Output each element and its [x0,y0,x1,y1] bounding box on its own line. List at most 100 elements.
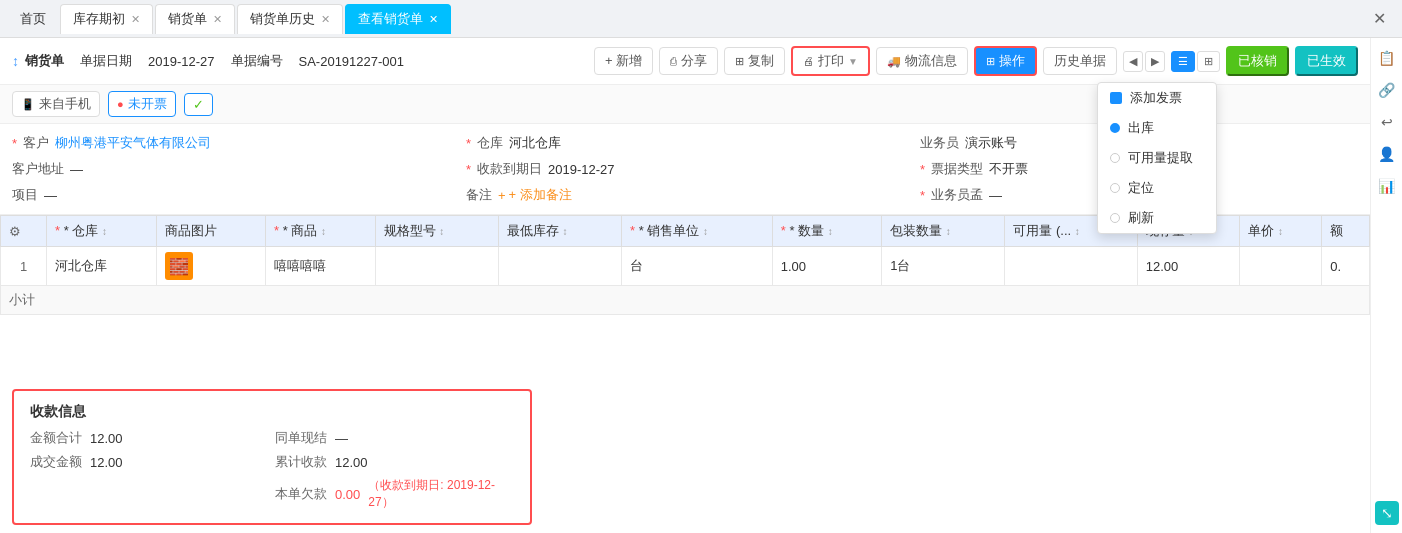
add-note-button[interactable]: + + 添加备注 [498,186,572,204]
same-order-label: 同单现结 [275,429,327,447]
row-spec [375,247,498,286]
next-button[interactable]: ▶ [1145,51,1165,72]
project-field: 项目 — [12,186,450,204]
row-no: 1 [1,247,47,286]
sidebar-icon-chart[interactable]: 📊 [1375,174,1399,198]
print-button[interactable]: 🖨 打印 ▼ [791,46,870,76]
sidebar-icon-user[interactable]: 👤 [1375,142,1399,166]
dropdown-refresh[interactable]: 刷新 [1098,203,1216,233]
doc-type-label: 销货单 [25,52,64,70]
address-field: 客户地址 — [12,160,450,178]
row-qty: 1.00 [772,247,881,286]
copy-button[interactable]: ⊞ 复制 [724,47,785,75]
deal-amount-item: 成交金额 12.00 [30,453,269,471]
tab-close-sales[interactable]: ✕ [213,13,222,26]
total-amount-value: 12.00 [90,431,123,446]
effective-button[interactable]: 已生效 [1295,46,1358,76]
col-product-img: 商品图片 [156,216,266,247]
close-button[interactable]: ✕ [1365,5,1394,32]
col-gear: ⚙ [1,216,47,247]
date-value: 2019-12-27 [148,54,215,69]
tab-close-view[interactable]: ✕ [429,13,438,26]
operate-button[interactable]: ⊞ 操作 [974,46,1037,76]
col-spec: 规格型号 ↕ [375,216,498,247]
dropdown-add-invoice[interactable]: 添加发票 [1098,83,1216,113]
due-item: 本单欠款 0.00 （收款到期日: 2019-12-27） [275,477,514,511]
row-amount: 0. [1322,247,1370,286]
subtotal-row: 小计 [1,286,1370,315]
col-min-stock: 最低库存 ↕ [498,216,621,247]
dropdown-available-qty[interactable]: 可用量提取 [1098,143,1216,173]
square-icon [1110,92,1122,104]
dot-hollow-icon [1110,153,1120,163]
dropdown-locate[interactable]: 定位 [1098,173,1216,203]
check-button[interactable]: ✓ [184,93,213,116]
tab-view-sales[interactable]: 查看销货单 ✕ [345,4,451,34]
row-min-stock [498,247,621,286]
col-amount: 额 [1322,216,1370,247]
confirmed-button[interactable]: 已核销 [1226,46,1289,76]
date-label: 单据日期 [80,52,132,70]
subtotal-label: 小计 [1,286,1370,315]
cumulative-item: 累计收款 12.00 [275,453,514,471]
row-warehouse: 河北仓库 [47,247,157,286]
total-amount-label: 金额合计 [30,429,82,447]
row-unit-price [1240,247,1322,286]
due-date-note: （收款到期日: 2019-12-27） [368,477,514,511]
dot-icon [1110,123,1120,133]
logistics-button[interactable]: 🚚 物流信息 [876,47,968,75]
same-order-item: 同单现结 — [275,429,514,447]
product-thumbnail: 🧱 [165,252,193,280]
history-button[interactable]: 历史单据 [1043,47,1117,75]
sidebar-icon-return[interactable]: ↩ [1375,110,1399,134]
due-value: 0.00 [335,487,360,502]
sidebar-icon-expand[interactable]: ⤡ [1375,501,1399,525]
dropdown-outbound[interactable]: 出库 [1098,113,1216,143]
col-warehouse: * * 仓库 ↕ [47,216,157,247]
prev-button[interactable]: ◀ [1123,51,1143,72]
tab-close-inventory[interactable]: ✕ [131,13,140,26]
deal-amount-value: 12.00 [90,455,123,470]
sidebar-icon-doc[interactable]: 📋 [1375,46,1399,70]
table-row: 1 河北仓库 🧱 嘻嘻嘻嘻 台 1.00 1台 12.00 [1,247,1370,286]
tab-sales[interactable]: 销货单 ✕ [155,4,235,34]
tab-bar: 首页 库存期初 ✕ 销货单 ✕ 销货单历史 ✕ 查看销货单 ✕ ✕ [0,0,1402,38]
row-current-stock: 12.00 [1137,247,1240,286]
not-open-button[interactable]: ● 未开票 [108,91,176,117]
summary-title: 收款信息 [30,403,514,421]
col-product: * * 商品 ↕ [266,216,376,247]
row-sales-unit: 台 [621,247,772,286]
tab-inventory[interactable]: 库存期初 ✕ [60,4,153,34]
deal-amount-label: 成交金额 [30,453,82,471]
col-qty: * * 数量 ↕ [772,216,881,247]
tab-close-history[interactable]: ✕ [321,13,330,26]
cumulative-label: 累计收款 [275,453,327,471]
same-order-value: — [335,431,348,446]
view-btns: ☰ ⊞ [1171,51,1220,72]
view-list-button[interactable]: ☰ [1171,51,1195,72]
total-amount-item: 金额合计 12.00 [30,429,269,447]
view-grid-button[interactable]: ⊞ [1197,51,1220,72]
col-pack-qty: 包装数量 ↕ [882,216,1005,247]
sidebar-icon-link[interactable]: 🔗 [1375,78,1399,102]
warehouse-field: * 仓库 河北仓库 [466,134,904,152]
no-label: 单据编号 [231,52,283,70]
from-phone-button[interactable]: 📱 来自手机 [12,91,100,117]
share-button[interactable]: ⎙ 分享 [659,47,718,75]
doc-title: ↕ 销货单 [12,52,64,70]
nav-arrows: ◀ ▶ [1123,51,1165,72]
tab-sales-history[interactable]: 销货单历史 ✕ [237,4,343,34]
doc-icon: ↕ [12,53,19,69]
due-label: 本单欠款 [275,485,327,503]
dot-hollow-icon-2 [1110,183,1120,193]
note-field: 备注 + + 添加备注 [466,186,904,204]
summary-panel: 收款信息 金额合计 12.00 同单现结 — 成交金额 12.00 累计收款 1… [12,389,532,525]
right-sidebar: 📋 🔗 ↩ 👤 📊 ⤡ [1370,38,1402,533]
new-button[interactable]: + 新增 [594,47,653,75]
doc-actions: + 新增 ⎙ 分享 ⊞ 复制 🖨 打印 ▼ 🚚 物流信息 [594,46,1358,76]
dot-hollow-icon-3 [1110,213,1120,223]
summary-grid: 金额合计 12.00 同单现结 — 成交金额 12.00 累计收款 12.00 [30,429,514,511]
tab-home[interactable]: 首页 [8,4,58,34]
dropdown-popup: 添加发票 出库 可用量提取 定位 刷新 [1097,82,1217,234]
row-product-img: 🧱 [156,247,266,286]
